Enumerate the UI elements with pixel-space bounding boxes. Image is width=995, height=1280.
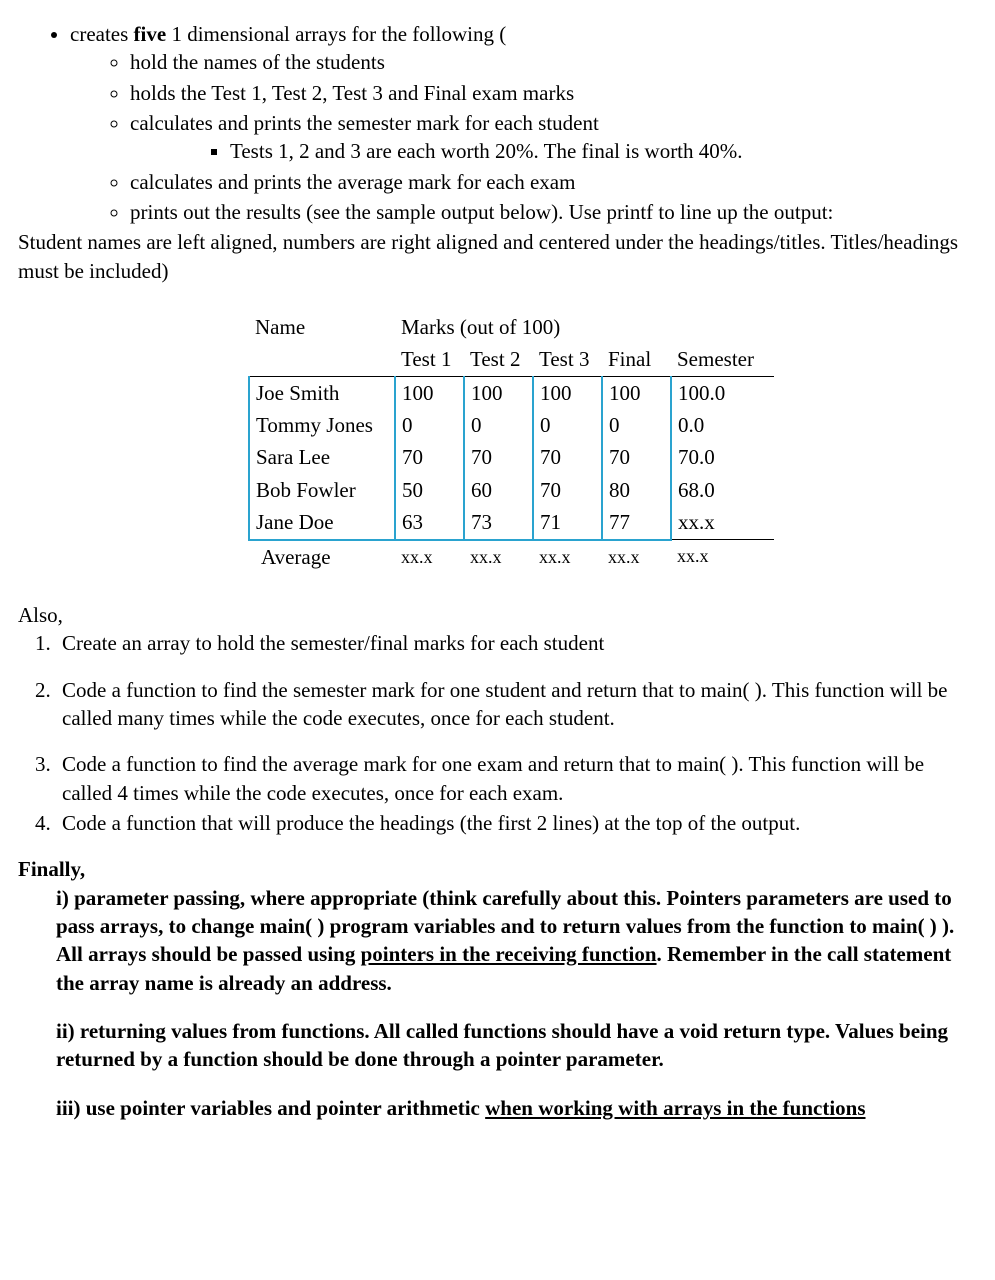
cell-r3-fin: 80 bbox=[602, 474, 671, 506]
cell-r3-t2: 60 bbox=[464, 474, 533, 506]
header-marks: Marks (out of 100) bbox=[395, 311, 671, 343]
header-blank bbox=[671, 311, 774, 343]
sub-bullet-5: prints out the results (see the sample o… bbox=[130, 198, 977, 226]
cell-r0-t1: 100 bbox=[395, 376, 464, 409]
sub-bullet-1: hold the names of the students bbox=[130, 48, 977, 76]
num-item-2: Code a function to find the semester mar… bbox=[56, 676, 977, 733]
cell-r1-t1: 0 bbox=[395, 409, 464, 441]
num-item-4: Code a function that will produce the he… bbox=[56, 809, 977, 837]
sub-bullet-2: holds the Test 1, Test 2, Test 3 and Fin… bbox=[130, 79, 977, 107]
finally-iii-a: iii) use pointer variables and pointer a… bbox=[56, 1096, 485, 1120]
cell-r1-fin: 0 bbox=[602, 409, 671, 441]
cell-name-3: Bob Fowler bbox=[250, 474, 394, 506]
header-test3: Test 3 bbox=[533, 343, 602, 376]
avg-t3: xx.x bbox=[533, 540, 602, 573]
avg-t2: xx.x bbox=[464, 540, 533, 573]
sub-sub-list: Tests 1, 2 and 3 are each worth 20%. The… bbox=[230, 137, 977, 165]
avg-t1: xx.x bbox=[395, 540, 464, 573]
finally-ii: ii) returning values from functions. All… bbox=[56, 1017, 977, 1074]
marks-table: Name Marks (out of 100) Test 1 Test 2 Te… bbox=[248, 311, 774, 573]
finally-label: Finally, bbox=[18, 855, 977, 883]
cell-r0-t2: 100 bbox=[464, 376, 533, 409]
cell-r3-sem: 68.0 bbox=[671, 474, 774, 506]
cell-r2-sem: 70.0 bbox=[671, 441, 774, 473]
header-final: Final bbox=[602, 343, 671, 376]
cell-name-1: Tommy Jones bbox=[250, 409, 394, 441]
cell-name-0: Joe Smith bbox=[250, 377, 394, 409]
cell-r4-t2: 73 bbox=[464, 506, 533, 539]
finally-block: i) parameter passing, where appropriate … bbox=[56, 884, 977, 1122]
sub-sub-bullet: Tests 1, 2 and 3 are each worth 20%. The… bbox=[230, 137, 977, 165]
header-test1: Test 1 bbox=[395, 343, 464, 376]
numbered-list: Create an array to hold the semester/fin… bbox=[56, 629, 977, 837]
cell-r2-t2: 70 bbox=[464, 441, 533, 473]
cell-r1-sem: 0.0 bbox=[671, 409, 774, 441]
avg-fin: xx.x bbox=[602, 540, 671, 573]
bullet-main: creates five 1 dimensional arrays for th… bbox=[70, 20, 977, 226]
bullet-main-text: creates five 1 dimensional arrays for th… bbox=[70, 22, 506, 46]
cell-r4-fin: 77 bbox=[602, 506, 671, 539]
cell-r4-sem: xx.x bbox=[671, 506, 774, 539]
cell-r1-t2: 0 bbox=[464, 409, 533, 441]
avg-label: Average bbox=[249, 540, 395, 573]
header-test2: Test 2 bbox=[464, 343, 533, 376]
finally-iii: iii) use pointer variables and pointer a… bbox=[56, 1094, 977, 1122]
num-item-1: Create an array to hold the semester/fin… bbox=[56, 629, 977, 657]
sub-bullet-3-text: calculates and prints the semester mark … bbox=[130, 111, 599, 135]
cell-r2-t3: 70 bbox=[533, 441, 602, 473]
cell-r0-sem: 100.0 bbox=[671, 376, 774, 409]
avg-sem: xx.x bbox=[671, 540, 774, 573]
cell-r2-fin: 70 bbox=[602, 441, 671, 473]
header-semester: Semester bbox=[671, 343, 774, 376]
marks-table-wrapper: Name Marks (out of 100) Test 1 Test 2 Te… bbox=[248, 311, 977, 573]
cell-r3-t3: 70 bbox=[533, 474, 602, 506]
cell-r1-t3: 0 bbox=[533, 409, 602, 441]
num-item-3: Code a function to find the average mark… bbox=[56, 750, 977, 807]
cell-r2-t1: 70 bbox=[395, 441, 464, 473]
finally-i-u1: pointers in the receiving function bbox=[361, 942, 657, 966]
outer-bullet-list: creates five 1 dimensional arrays for th… bbox=[70, 20, 977, 226]
sub-bullet-4: calculates and prints the average mark f… bbox=[130, 168, 977, 196]
cell-name-2: Sara Lee bbox=[250, 441, 394, 473]
finally-iii-u: when working with arrays in the function… bbox=[485, 1096, 865, 1120]
cell-name-4: Jane Doe bbox=[250, 506, 394, 538]
also-label: Also, bbox=[18, 601, 977, 629]
sub-bullet-list: hold the names of the students holds the… bbox=[130, 48, 977, 226]
cell-r4-t1: 63 bbox=[395, 506, 464, 539]
header-name: Name bbox=[249, 311, 395, 343]
finally-i: i) parameter passing, where appropriate … bbox=[56, 884, 977, 997]
sub-bullet-3: calculates and prints the semester mark … bbox=[130, 109, 977, 166]
cell-r0-t3: 100 bbox=[533, 376, 602, 409]
header-blank-name bbox=[249, 343, 395, 376]
cell-r3-t1: 50 bbox=[395, 474, 464, 506]
cell-r0-fin: 100 bbox=[602, 376, 671, 409]
alignment-paragraph: Student names are left aligned, numbers … bbox=[18, 228, 977, 285]
cell-r4-t3: 71 bbox=[533, 506, 602, 539]
